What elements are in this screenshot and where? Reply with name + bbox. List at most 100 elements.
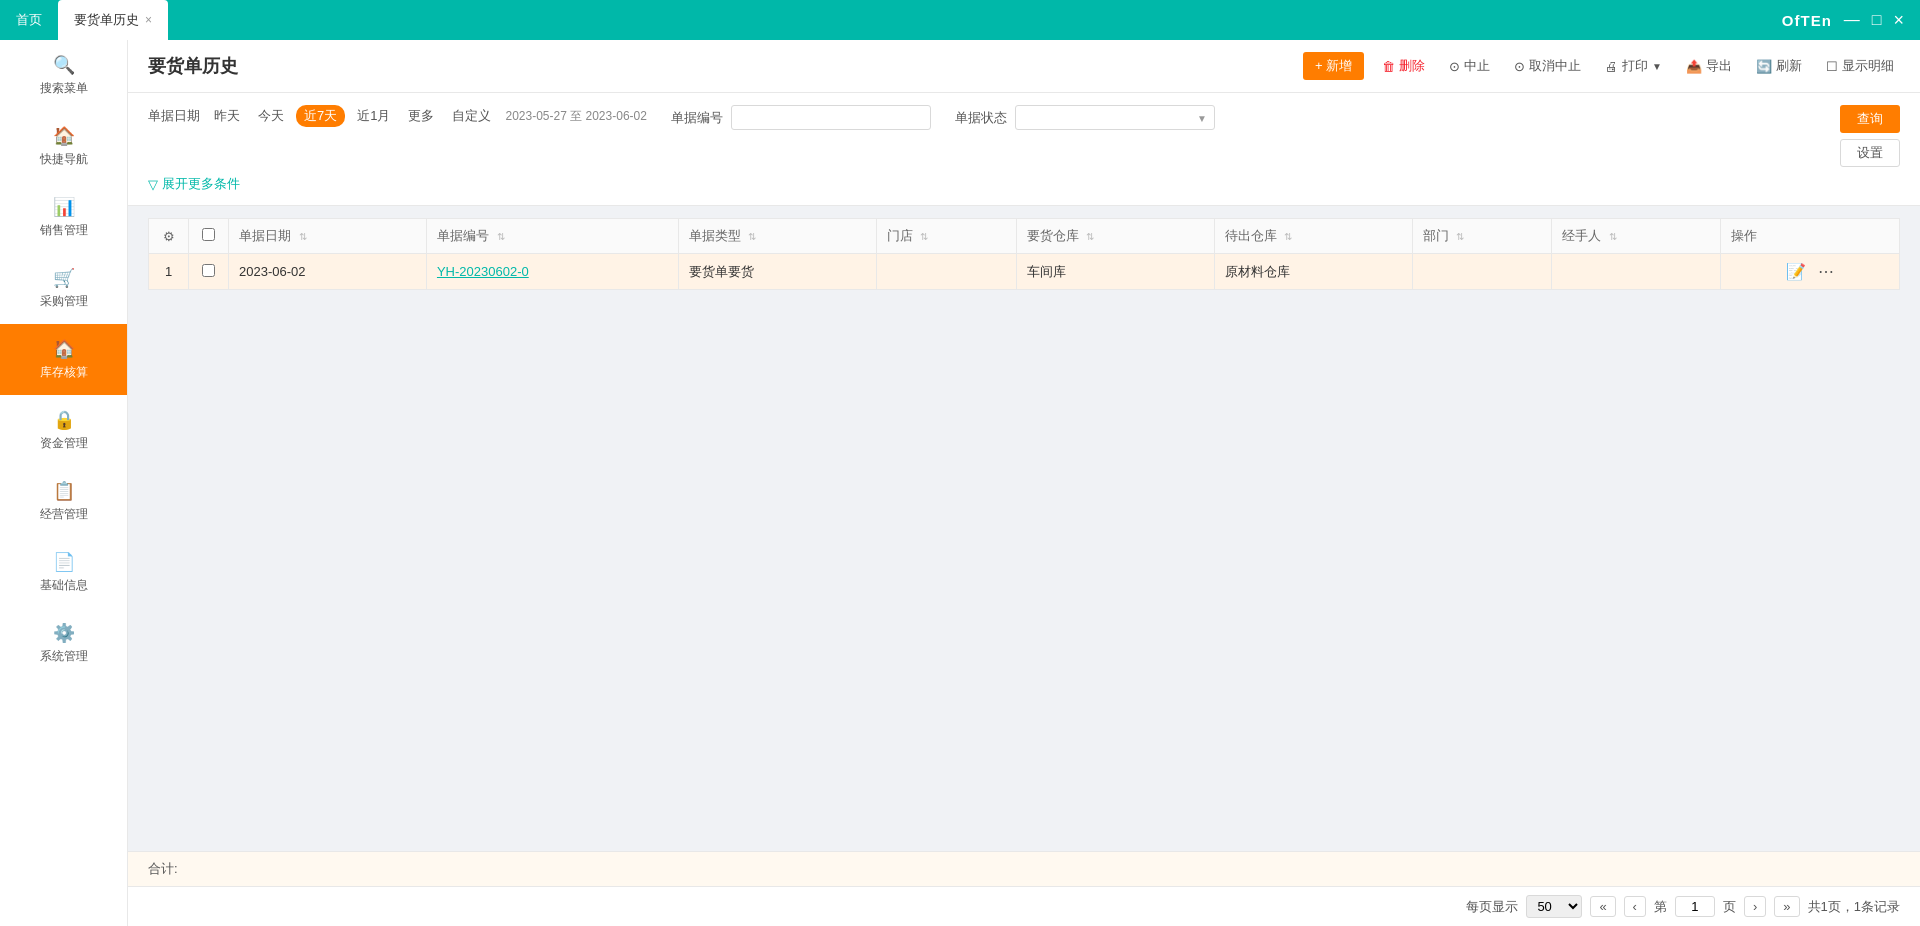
more-row-button[interactable]: ⋯ (1814, 262, 1838, 281)
export-button[interactable]: 📤 导出 (1680, 53, 1738, 79)
date-1month[interactable]: 近1月 (351, 105, 396, 127)
page-number-input[interactable] (1675, 896, 1715, 917)
query-buttons: 查询 设置 (1840, 105, 1900, 167)
date-today[interactable]: 今天 (252, 105, 290, 127)
col-number[interactable]: 单据编号 ⇅ (426, 219, 678, 254)
minimize-btn[interactable]: — (1844, 11, 1860, 29)
sort-store-icon: ⇅ (920, 231, 928, 242)
sidebar-item-search-menu[interactable]: 🔍 搜索菜单 (0, 40, 127, 111)
last-page-button[interactable]: » (1774, 896, 1799, 917)
doc-status-filter-group: 单据状态 ▼ (955, 105, 1215, 130)
cancel-stop-button[interactable]: ⊙ 取消中止 (1508, 53, 1587, 79)
cell-number[interactable]: YH-20230602-0 (426, 254, 678, 290)
setting-button[interactable]: 设置 (1840, 139, 1900, 167)
expand-more[interactable]: ▽ 展开更多条件 (148, 175, 1900, 193)
col-handler[interactable]: 经手人 ⇅ (1552, 219, 1721, 254)
sidebar-label-search-menu: 搜索菜单 (40, 80, 88, 97)
first-page-button[interactable]: « (1590, 896, 1615, 917)
doc-number-link[interactable]: YH-20230602-0 (437, 264, 529, 279)
sidebar-label-system: 系统管理 (40, 648, 88, 665)
brand-label: OfTEn (1782, 12, 1832, 29)
sidebar-label-operations: 经营管理 (40, 506, 88, 523)
tab-close-icon[interactable]: × (145, 0, 152, 40)
col-pending-warehouse[interactable]: 待出仓库 ⇅ (1214, 219, 1412, 254)
tab-active[interactable]: 要货单历史 × (58, 0, 168, 40)
content-area: 要货单历史 + 新增 🗑 删除 ⊙ 中止 ⊙ 取消中止 🖨 打印 (128, 40, 1920, 926)
sidebar-item-purchase[interactable]: 🛒 采购管理 (0, 253, 127, 324)
purchase-icon: 🛒 (53, 267, 75, 289)
col-settings[interactable]: ⚙ (149, 219, 189, 254)
sidebar-item-finance[interactable]: 🔒 资金管理 (0, 395, 127, 466)
filter-section: 单据日期 昨天 今天 近7天 近1月 更多 自定义 2023-05-27 至 2… (148, 105, 1900, 167)
page-label: 第 (1654, 898, 1667, 916)
sidebar-item-sales[interactable]: 📊 销售管理 (0, 182, 127, 253)
doc-number-input[interactable] (731, 105, 931, 130)
next-page-button[interactable]: › (1744, 896, 1766, 917)
cell-store (876, 254, 1016, 290)
finance-icon: 🔒 (53, 409, 75, 431)
edit-row-button[interactable]: 📝 (1782, 262, 1810, 281)
doc-status-select[interactable] (1015, 105, 1215, 130)
stop-button[interactable]: ⊙ 中止 (1443, 53, 1496, 79)
sort-pending-warehouse-icon: ⇅ (1284, 231, 1292, 242)
sidebar-item-quick-nav[interactable]: 🏠 快捷导航 (0, 111, 127, 182)
close-btn[interactable]: × (1893, 10, 1904, 31)
summary-label: 合计: (148, 861, 178, 876)
cell-operation: 📝 ⋯ (1721, 254, 1900, 290)
page-title: 要货单历史 (148, 54, 238, 90)
col-checkbox (189, 219, 229, 254)
sidebar-item-system[interactable]: ⚙️ 系统管理 (0, 608, 127, 679)
doc-status-wrapper: ▼ (1015, 105, 1215, 130)
sidebar-item-operations[interactable]: 📋 经营管理 (0, 466, 127, 537)
sidebar-label-inventory: 库存核算 (40, 364, 88, 381)
top-bar: 首页 要货单历史 × OfTEn — □ × (0, 0, 1920, 40)
date-label: 单据日期 (148, 107, 200, 125)
col-store[interactable]: 门店 ⇅ (876, 219, 1016, 254)
sidebar-label-finance: 资金管理 (40, 435, 88, 452)
col-department[interactable]: 部门 ⇅ (1412, 219, 1552, 254)
sidebar-item-inventory[interactable]: 🏠 库存核算 (0, 324, 127, 395)
inventory-icon: 🏠 (53, 338, 75, 360)
page-header: 要货单历史 + 新增 🗑 删除 ⊙ 中止 ⊙ 取消中止 🖨 打印 (128, 40, 1920, 93)
basic-info-icon: 📄 (53, 551, 75, 573)
sort-date-icon: ⇅ (299, 231, 307, 242)
sidebar-item-basic-info[interactable]: 📄 基础信息 (0, 537, 127, 608)
filter-area: 单据日期 昨天 今天 近7天 近1月 更多 自定义 2023-05-27 至 2… (128, 93, 1920, 206)
date-more[interactable]: 更多 (402, 105, 440, 127)
print-button[interactable]: 🖨 打印 ▼ (1599, 53, 1668, 79)
delete-button[interactable]: 🗑 删除 (1376, 53, 1431, 79)
select-all-checkbox[interactable] (202, 228, 215, 241)
cancel-stop-icon: ⊙ (1514, 59, 1525, 74)
sort-type-icon: ⇅ (748, 231, 756, 242)
cell-req-warehouse: 车间库 (1016, 254, 1214, 290)
col-date[interactable]: 单据日期 ⇅ (229, 219, 427, 254)
sidebar-label-basic-info: 基础信息 (40, 577, 88, 594)
page-size-select[interactable]: 50 100 (1526, 895, 1582, 918)
system-icon: ⚙️ (53, 622, 75, 644)
table-settings-icon[interactable]: ⚙ (163, 229, 175, 244)
cell-date: 2023-06-02 (229, 254, 427, 290)
date-yesterday[interactable]: 昨天 (208, 105, 246, 127)
total-label: 共1页，1条记录 (1808, 898, 1900, 916)
checkbox-icon: ☐ (1826, 59, 1838, 74)
date-tabs: 昨天 今天 近7天 近1月 更多 自定义 (208, 105, 497, 127)
row-checkbox[interactable] (202, 264, 215, 277)
table-row: 1 2023-06-02 YH-20230602-0 要货单要货 车间库 原材料… (149, 254, 1900, 290)
date-custom[interactable]: 自定义 (446, 105, 497, 127)
col-type[interactable]: 单据类型 ⇅ (678, 219, 876, 254)
refresh-button[interactable]: 🔄 刷新 (1750, 53, 1808, 79)
col-req-warehouse[interactable]: 要货仓库 ⇅ (1016, 219, 1214, 254)
maximize-btn[interactable]: □ (1872, 11, 1882, 29)
cell-handler (1552, 254, 1721, 290)
date-7days[interactable]: 近7天 (296, 105, 345, 127)
new-button[interactable]: + 新增 (1303, 52, 1364, 80)
query-button[interactable]: 查询 (1840, 105, 1900, 133)
sidebar-label-purchase: 采购管理 (40, 293, 88, 310)
sort-handler-icon: ⇅ (1609, 231, 1617, 242)
operations-icon: 📋 (53, 480, 75, 502)
tab-home[interactable]: 首页 (0, 0, 58, 40)
data-table: ⚙ 单据日期 ⇅ 单据编号 ⇅ (148, 218, 1900, 290)
sidebar: 🔍 搜索菜单 🏠 快捷导航 📊 销售管理 🛒 采购管理 🏠 库存核算 🔒 资金管… (0, 40, 128, 926)
prev-page-button[interactable]: ‹ (1624, 896, 1646, 917)
show-detail-button[interactable]: ☐ 显示明细 (1820, 53, 1900, 79)
